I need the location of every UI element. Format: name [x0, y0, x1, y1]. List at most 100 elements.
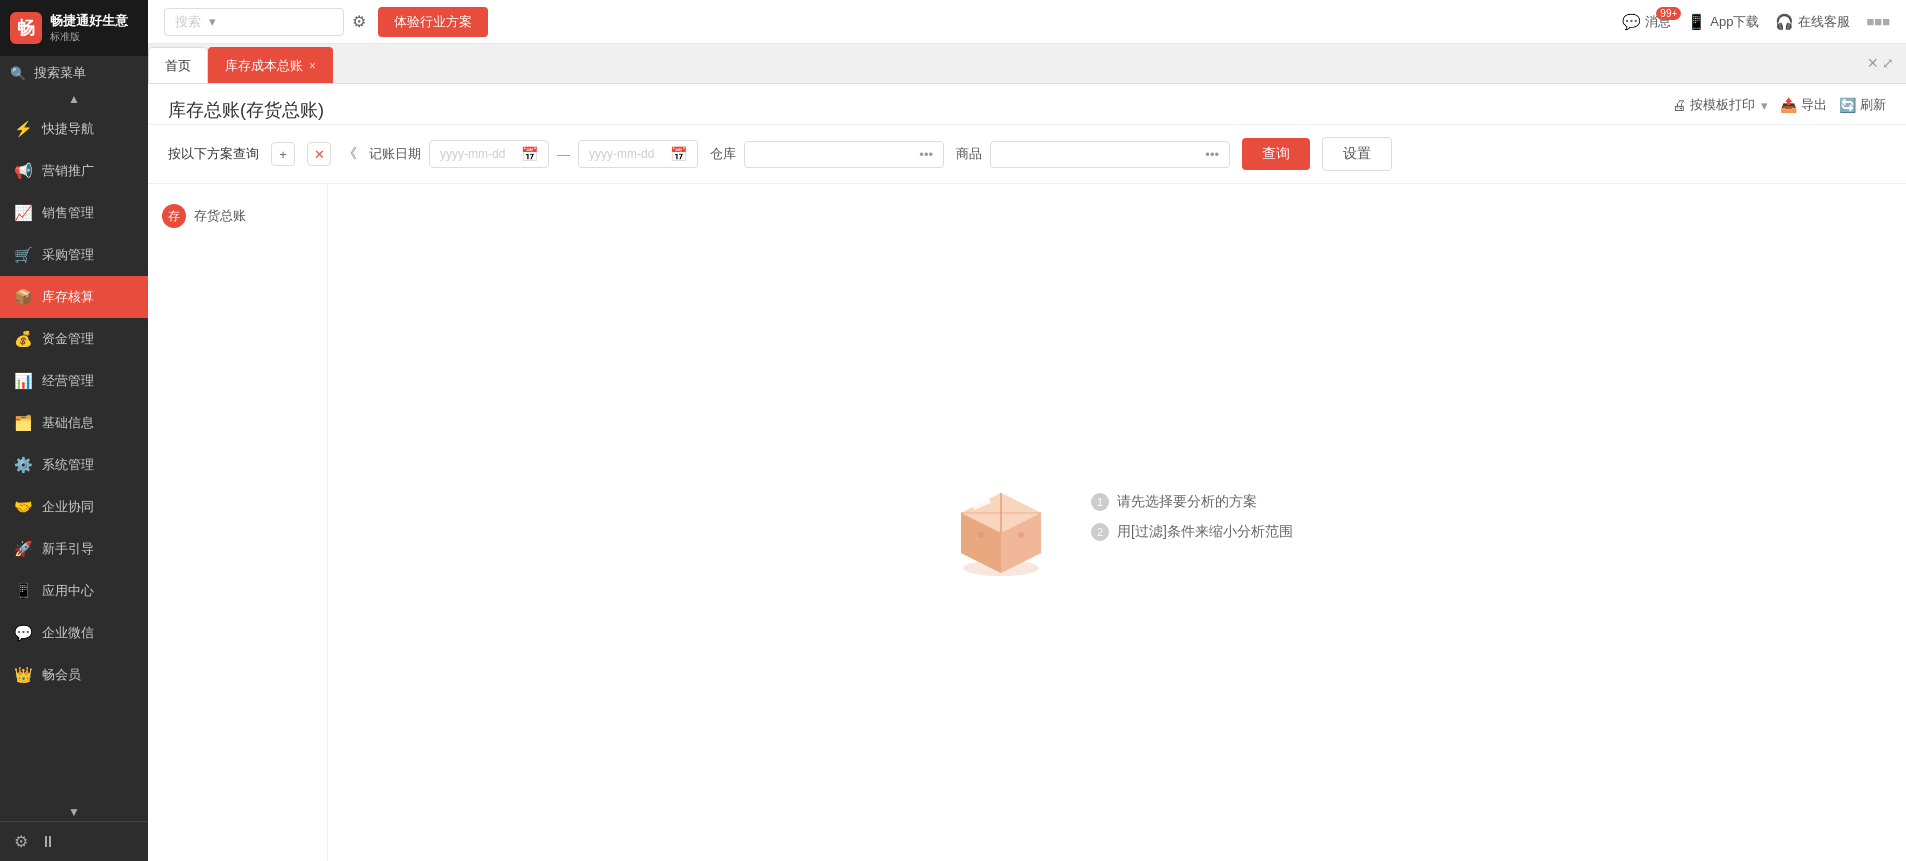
date-start-input[interactable]: yyyy-mm-dd 📅	[429, 140, 549, 168]
sidebar-item-sales[interactable]: 📈 销售管理	[0, 192, 148, 234]
print-icon: 🖨	[1672, 97, 1686, 113]
empty-tip-1: 1 请先选择要分析的方案	[1091, 493, 1293, 511]
sidebar-item-vip[interactable]: 👑 畅会员	[0, 654, 148, 696]
content-area: 库存总账(存货总账) 🖨 按模板打印 ▾ 📤 导出 🔄 刷新 按以下方案查	[148, 84, 1906, 861]
purchase-icon: 🛒	[14, 246, 32, 264]
sidebar-footer: ⚙ ⏸	[0, 821, 148, 861]
settings-icon[interactable]: ⚙	[14, 832, 28, 851]
sidebar-item-basic-info[interactable]: 🗂️ 基础信息	[0, 402, 148, 444]
sidebar-search[interactable]: 🔍 搜索菜单	[0, 56, 148, 90]
date-dash: —	[557, 147, 570, 162]
sidebar-item-finance[interactable]: 💰 资金管理	[0, 318, 148, 360]
scheme-item-icon: 存	[162, 204, 186, 228]
sidebar-item-label: 基础信息	[42, 414, 94, 432]
sidebar-item-beginner[interactable]: 🚀 新手引导	[0, 528, 148, 570]
query-btn[interactable]: 查询	[1242, 138, 1310, 170]
basic-info-icon: 🗂️	[14, 414, 32, 432]
app-version: 标准版	[50, 30, 128, 44]
sidebar-item-label: 资金管理	[42, 330, 94, 348]
support-label: 在线客服	[1798, 13, 1850, 31]
export-btn[interactable]: 📤 导出	[1780, 96, 1827, 114]
sidebar-item-marketing[interactable]: 📢 营销推广	[0, 150, 148, 192]
user-menu[interactable]: ■■■	[1866, 14, 1890, 29]
filter-del-btn[interactable]: ✕	[307, 142, 331, 166]
sidebar-item-quick-nav[interactable]: ⚡ 快捷导航	[0, 108, 148, 150]
calendar-end-icon: 📅	[670, 146, 687, 162]
goods-label: 商品	[956, 145, 982, 163]
sidebar-item-wechat[interactable]: 💬 企业微信	[0, 612, 148, 654]
user-name: ■■■	[1866, 14, 1890, 29]
beginner-icon: 🚀	[14, 540, 32, 558]
filter-label: 按以下方案查询	[168, 145, 259, 163]
topbar-search-box[interactable]: 搜索 ▾	[164, 8, 344, 36]
scroll-down-btn[interactable]: ▼	[0, 803, 148, 821]
topbar-search-placeholder: 搜索	[175, 13, 201, 31]
topbar-right: 💬 消息 99+ 📱 App下载 🎧 在线客服 ■■■	[1622, 13, 1890, 31]
calendar-start-icon: 📅	[521, 146, 538, 162]
empty-tips: 1 请先选择要分析的方案 2 用[过滤]条件来缩小分析范围	[1091, 493, 1293, 553]
sidebar-item-label: 营销推广	[42, 162, 94, 180]
app-center-icon: 📱	[14, 582, 32, 600]
sidebar-item-app-center[interactable]: 📱 应用中心	[0, 570, 148, 612]
filter-collapse-btn[interactable]: 《	[343, 145, 357, 163]
tip-text-1: 请先选择要分析的方案	[1117, 493, 1257, 511]
date-filter: 记账日期 yyyy-mm-dd 📅 — yyyy-mm-dd 📅	[369, 140, 698, 168]
sidebar-item-inventory[interactable]: 📦 库存核算	[0, 276, 148, 318]
app-download-btn[interactable]: 📱 App下载	[1687, 13, 1759, 31]
sidebar-item-enterprise[interactable]: 🤝 企业协同	[0, 486, 148, 528]
print-btn[interactable]: 🖨 按模板打印 ▾	[1672, 96, 1768, 114]
vip-icon: 👑	[14, 666, 32, 684]
sidebar-logo: 畅 畅捷通好生意 标准版	[0, 0, 148, 56]
tab-active-label: 库存成本总账	[225, 57, 303, 75]
filter-area: 按以下方案查询 + ✕ 《 记账日期 yyyy-mm-dd 📅 — yyyy-m…	[148, 125, 1906, 184]
tab-inventory-ledger[interactable]: 库存成本总账 ×	[208, 47, 333, 83]
chevron-down-icon: ▾	[209, 14, 216, 29]
page-header-actions: 🖨 按模板打印 ▾ 📤 导出 🔄 刷新	[1672, 96, 1886, 124]
headset-icon: 🎧	[1775, 13, 1794, 31]
sidebar-item-operations[interactable]: 📊 经营管理	[0, 360, 148, 402]
wechat-icon: 💬	[14, 624, 32, 642]
scheme-item-inventory-ledger[interactable]: 存 存货总账	[148, 194, 327, 238]
app-download-label: App下载	[1710, 13, 1759, 31]
close-all-tabs-icon[interactable]: ×	[1867, 53, 1878, 74]
empty-illustration	[941, 463, 1061, 583]
inventory-icon: 📦	[14, 288, 32, 306]
tip-num-2: 2	[1091, 523, 1109, 541]
tab-home[interactable]: 首页	[148, 47, 208, 83]
tabs-bar: 首页 库存成本总账 × × ⤢	[148, 44, 1906, 84]
goods-filter: 商品 •••	[956, 141, 1230, 168]
topbar-gear-icon[interactable]: ⚙	[352, 12, 366, 31]
message-btn[interactable]: 💬 消息 99+	[1622, 13, 1671, 31]
warehouse-more-icon: •••	[919, 147, 933, 162]
scroll-up-btn[interactable]: ▲	[0, 90, 148, 108]
print-label: 按模板打印	[1690, 96, 1755, 114]
scheme-item-label: 存货总账	[194, 207, 246, 225]
svg-point-9	[1018, 532, 1024, 538]
system-icon: ⚙️	[14, 456, 32, 474]
resize-icon[interactable]: ⤢	[1882, 55, 1894, 71]
data-area: 存 存货总账	[148, 184, 1906, 861]
goods-input[interactable]: •••	[990, 141, 1230, 168]
date-end-input[interactable]: yyyy-mm-dd 📅	[578, 140, 698, 168]
app-logo-icon: 畅	[10, 12, 42, 44]
topbar-search-area: 搜索 ▾ ⚙ 体验行业方案	[164, 7, 1622, 37]
settings-btn[interactable]: 设置	[1322, 137, 1392, 171]
sidebar-item-purchase[interactable]: 🛒 采购管理	[0, 234, 148, 276]
app-logo-text: 畅捷通好生意 标准版	[50, 12, 128, 44]
sidebar-item-label: 快捷导航	[42, 120, 94, 138]
sidebar-item-label: 应用中心	[42, 582, 94, 600]
sidebar-item-system[interactable]: ⚙️ 系统管理	[0, 444, 148, 486]
sidebar-item-label: 系统管理	[42, 456, 94, 474]
support-btn[interactable]: 🎧 在线客服	[1775, 13, 1850, 31]
audio-icon[interactable]: ⏸	[40, 833, 56, 851]
empty-tip-2: 2 用[过滤]条件来缩小分析范围	[1091, 523, 1293, 541]
filter-add-btn[interactable]: +	[271, 142, 295, 166]
page-header: 库存总账(存货总账) 🖨 按模板打印 ▾ 📤 导出 🔄 刷新	[148, 84, 1906, 125]
industry-btn[interactable]: 体验行业方案	[378, 7, 488, 37]
warehouse-input[interactable]: •••	[744, 141, 944, 168]
date-filter-label: 记账日期	[369, 145, 421, 163]
tab-close-icon[interactable]: ×	[309, 59, 316, 73]
scheme-panel: 存 存货总账	[148, 184, 328, 861]
operations-icon: 📊	[14, 372, 32, 390]
refresh-btn[interactable]: 🔄 刷新	[1839, 96, 1886, 114]
